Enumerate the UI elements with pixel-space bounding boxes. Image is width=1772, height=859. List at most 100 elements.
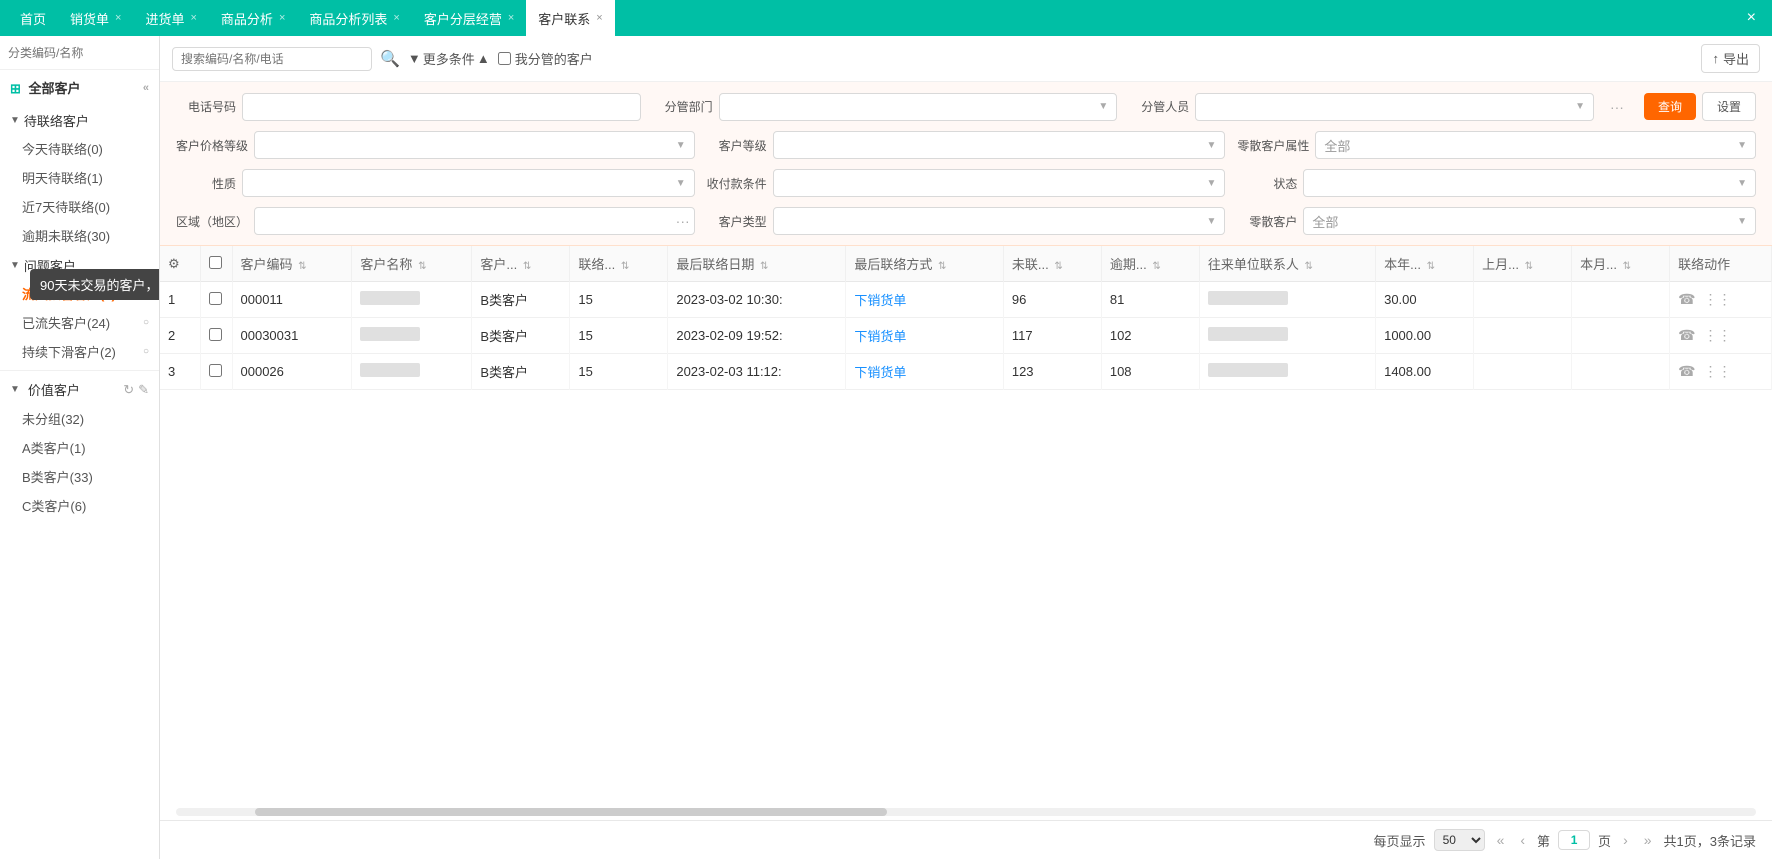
td-last-method[interactable]: 下销货单 [846, 354, 1003, 390]
th-checkbox[interactable] [200, 246, 232, 282]
sidebar-item-churned[interactable]: 已流失客户(24) ○ [0, 308, 159, 337]
sort-this-year-icon[interactable]: ⇅ [1427, 261, 1435, 272]
nature-select[interactable]: ▼ [242, 169, 695, 197]
more-fields-dots[interactable]: ··· [1610, 99, 1624, 115]
sidebar-item-classB[interactable]: B类客户(33) [0, 462, 159, 491]
scroll-thumb[interactable] [255, 808, 887, 816]
sort-overdue-icon[interactable]: ⇅ [1152, 261, 1160, 272]
sort-last-method-icon[interactable]: ⇅ [938, 261, 946, 272]
sort-last-month-icon[interactable]: ⇅ [1525, 261, 1533, 272]
zero-customer-select[interactable]: 全部 ▼ [1303, 207, 1756, 235]
page-size-select[interactable]: 50 20 100 [1434, 829, 1485, 851]
row-checkbox-0[interactable] [209, 292, 222, 305]
my-customers-checkbox[interactable] [498, 52, 511, 65]
nav-sales-close[interactable]: × [115, 12, 121, 24]
zero-attr-select[interactable]: 全部 ▼ [1315, 131, 1756, 159]
more-action-icon-2[interactable]: ⋮⋮ [1704, 363, 1732, 380]
settings-button[interactable]: 设置 [1702, 92, 1756, 121]
nav-product-analysis[interactable]: 商品分析 × [209, 0, 297, 36]
sidebar-item-tomorrow[interactable]: 明天待联络(1) [0, 163, 159, 192]
sidebar-item-classC[interactable]: C类客户(6) [0, 491, 159, 520]
more-action-icon-0[interactable]: ⋮⋮ [1704, 291, 1732, 308]
nav-customer-layered[interactable]: 客户分层经营 × [412, 0, 526, 36]
status-select[interactable]: ▼ [1303, 169, 1756, 197]
sidebar-group-pending[interactable]: ▼ 待联络客户 [0, 105, 159, 134]
phone-action-icon-1[interactable]: ☎ [1678, 327, 1695, 344]
sort-contact-icon[interactable]: ⇅ [621, 261, 629, 272]
region-dots[interactable]: ··· [676, 213, 690, 229]
table-row: 2 00030031 B类客户 15 2023-02-09 19:52: 下销货… [160, 318, 1772, 354]
nav-product-analysis-close[interactable]: × [279, 12, 285, 24]
edit-icon[interactable]: ✎ [138, 382, 149, 398]
person-select[interactable]: ▼ [1195, 93, 1594, 121]
nav-customer-contact[interactable]: 客户联系 × [526, 0, 614, 36]
select-all-checkbox[interactable] [209, 256, 222, 269]
filter-search-input[interactable] [172, 47, 372, 71]
nav-purchase[interactable]: 进货单 × [133, 0, 208, 36]
sidebar-item-classA[interactable]: A类客户(1) [0, 433, 159, 462]
row-checkbox-1[interactable] [209, 328, 222, 341]
region-select[interactable]: ··· [254, 207, 695, 235]
nav-purchase-close[interactable]: × [190, 12, 196, 24]
sidebar-item-overdue[interactable]: 逾期未联络(30) [0, 221, 159, 250]
page-input[interactable] [1558, 830, 1590, 850]
td-last-method[interactable]: 下销货单 [846, 282, 1003, 318]
sort-type-icon[interactable]: ⇅ [523, 261, 531, 272]
filter-search-button[interactable]: 🔍 [380, 49, 400, 69]
nav-customer-contact-close[interactable]: × [596, 12, 602, 24]
sort-name-icon[interactable]: ⇅ [418, 261, 426, 272]
nav-home[interactable]: 首页 [8, 0, 58, 36]
td-check[interactable] [200, 318, 232, 354]
level-select[interactable]: ▼ [773, 131, 1226, 159]
last-method-link-2[interactable]: 下销货单 [854, 365, 906, 380]
payment-select[interactable]: ▼ [773, 169, 1226, 197]
td-code: 000011 [232, 282, 352, 318]
phone-input[interactable] [242, 93, 641, 121]
query-button[interactable]: 查询 [1644, 93, 1696, 120]
sidebar-search-input[interactable] [8, 46, 160, 60]
sidebar-item-declining[interactable]: 持续下滑客户(2) ○ [0, 337, 159, 366]
sort-this-month-icon[interactable]: ⇅ [1623, 261, 1631, 272]
prev-page-button[interactable]: ‹ [1516, 830, 1529, 850]
nav-customer-layered-close[interactable]: × [508, 12, 514, 24]
nav-product-analysis-list-close[interactable]: × [393, 12, 399, 24]
td-check[interactable] [200, 354, 232, 390]
first-page-button[interactable]: « [1493, 830, 1509, 850]
my-customers-filter[interactable]: 我分管的客户 [498, 49, 593, 68]
export-button[interactable]: ↑ 导出 [1701, 44, 1760, 73]
sort-uncontact-icon[interactable]: ⇅ [1054, 261, 1062, 272]
filter-more-conditions[interactable]: ▼ 更多条件 ▲ [408, 49, 490, 68]
sidebar-item-ungrouped[interactable]: 未分组(32) [0, 404, 159, 433]
close-all-button[interactable]: × [1739, 9, 1764, 27]
sidebar-group-value[interactable]: ▼ 价值客户 ↻ ✎ [0, 375, 159, 404]
price-level-select[interactable]: ▼ [254, 131, 695, 159]
sidebar-item-today[interactable]: 今天待联络(0) [0, 134, 159, 163]
sidebar-collapse-icon[interactable]: « [143, 82, 149, 94]
td-last-method[interactable]: 下销货单 [846, 318, 1003, 354]
sort-unit-contact-icon[interactable]: ⇅ [1304, 261, 1312, 272]
td-type: B类客户 [472, 318, 570, 354]
refresh-icon[interactable]: ↻ [123, 382, 134, 398]
nav-product-analysis-list[interactable]: 商品分析列表 × [297, 0, 411, 36]
settings-icon: ⚙ [168, 256, 180, 271]
customer-type-select[interactable]: ▼ [773, 207, 1226, 235]
sidebar-item-7days[interactable]: 近7天待联络(0) [0, 192, 159, 221]
last-method-link-1[interactable]: 下销货单 [854, 329, 906, 344]
last-page-button[interactable]: » [1640, 830, 1656, 850]
td-check[interactable] [200, 282, 232, 318]
sort-last-date-icon[interactable]: ⇅ [760, 261, 768, 272]
phone-action-icon-0[interactable]: ☎ [1678, 291, 1695, 308]
more-action-icon-1[interactable]: ⋮⋮ [1704, 327, 1732, 344]
nav-sales[interactable]: 销货单 × [58, 0, 133, 36]
department-select[interactable]: ▼ [719, 93, 1118, 121]
th-settings[interactable]: ⚙ [160, 246, 200, 282]
td-last-month [1474, 318, 1572, 354]
sidebar-all-customers[interactable]: ⊞ 全部客户 « [0, 70, 159, 105]
last-method-link-0[interactable]: 下销货单 [854, 293, 906, 308]
sort-code-icon[interactable]: ⇅ [298, 261, 306, 272]
horizontal-scrollbar[interactable] [176, 808, 1756, 816]
phone-action-icon-2[interactable]: ☎ [1678, 363, 1695, 380]
th-this-month: 本月... ⇅ [1572, 246, 1670, 282]
row-checkbox-2[interactable] [209, 364, 222, 377]
next-page-button[interactable]: › [1619, 830, 1632, 850]
